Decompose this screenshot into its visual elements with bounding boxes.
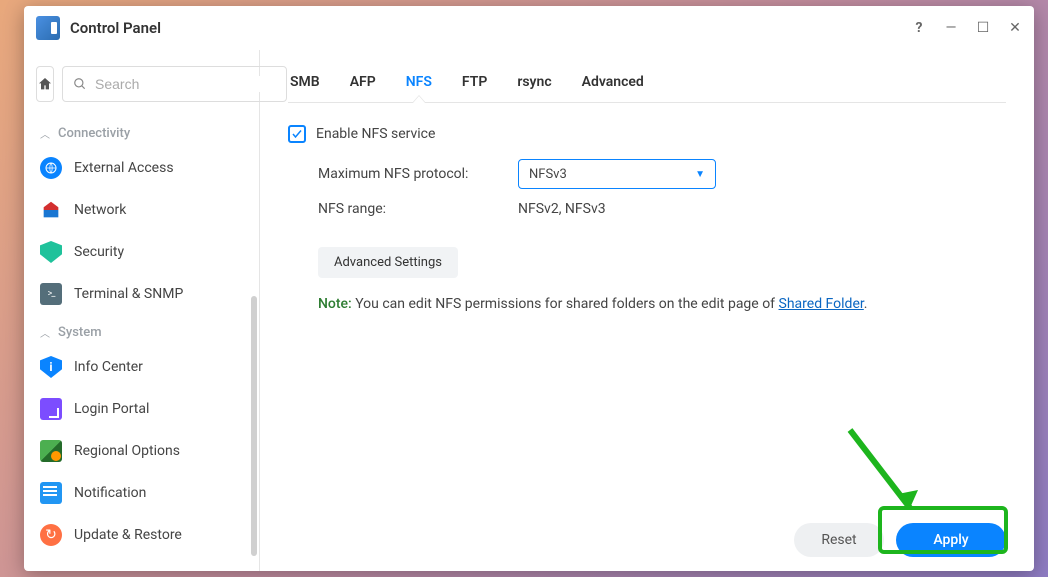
note-prefix: Note: bbox=[318, 296, 352, 312]
apply-button[interactable]: Apply bbox=[896, 523, 1006, 557]
nav-login-portal[interactable]: Login Portal bbox=[24, 388, 259, 430]
network-icon bbox=[40, 199, 62, 221]
note-body: You can edit NFS permissions for shared … bbox=[352, 296, 779, 312]
body-area: ︿ Connectivity External Access Network bbox=[24, 50, 1034, 571]
nav-update-restore[interactable]: Update & Restore bbox=[24, 514, 259, 556]
nav-label: Terminal & SNMP bbox=[74, 286, 183, 302]
tab-smb[interactable]: SMB bbox=[288, 68, 322, 102]
select-value: NFSv3 bbox=[529, 167, 567, 182]
regional-icon bbox=[40, 440, 62, 462]
nav-label: Regional Options bbox=[74, 443, 180, 459]
tab-ftp[interactable]: FTP bbox=[460, 68, 489, 102]
sidebar-scrollbar[interactable] bbox=[251, 296, 257, 556]
nav-network[interactable]: Network bbox=[24, 189, 259, 231]
max-protocol-select[interactable]: NFSv3 ▼ bbox=[518, 159, 716, 189]
shared-folder-link[interactable]: Shared Folder bbox=[779, 296, 864, 312]
nfs-range-value: NFSv2, NFSv3 bbox=[518, 201, 606, 217]
section-label: System bbox=[58, 325, 102, 340]
nav-label: Security bbox=[74, 244, 124, 260]
max-protocol-label: Maximum NFS protocol: bbox=[318, 166, 518, 182]
nav-security[interactable]: Security bbox=[24, 231, 259, 273]
terminal-icon bbox=[40, 283, 62, 305]
window-title: Control Panel bbox=[70, 19, 912, 37]
tab-rsync[interactable]: rsync bbox=[515, 68, 553, 102]
main-panel: SMB AFP NFS FTP rsync Advanced Enable NF… bbox=[260, 50, 1034, 571]
info-icon bbox=[40, 356, 62, 378]
chevron-up-icon: ︿ bbox=[40, 126, 50, 141]
tab-afp[interactable]: AFP bbox=[348, 68, 378, 102]
control-panel-window: Control Panel ? — ☐ ✕ ︿ bbox=[24, 6, 1034, 571]
nav-label: Network bbox=[74, 202, 126, 218]
notification-icon bbox=[40, 482, 62, 504]
titlebar: Control Panel ? — ☐ ✕ bbox=[24, 6, 1034, 50]
update-icon bbox=[40, 524, 62, 546]
search-icon bbox=[73, 77, 87, 91]
nav-label: External Access bbox=[74, 160, 174, 176]
nfs-content: Enable NFS service Maximum NFS protocol:… bbox=[288, 103, 1006, 511]
minimize-button[interactable]: — bbox=[944, 21, 958, 35]
reset-button[interactable]: Reset bbox=[794, 523, 884, 557]
nav-notification[interactable]: Notification bbox=[24, 472, 259, 514]
nav-label: Info Center bbox=[74, 359, 143, 375]
nav-info-center[interactable]: Info Center bbox=[24, 346, 259, 388]
search-input[interactable] bbox=[95, 76, 276, 92]
home-icon bbox=[37, 76, 53, 92]
nav-label: Update & Restore bbox=[74, 527, 182, 543]
tab-nfs[interactable]: NFS bbox=[404, 68, 434, 102]
section-system[interactable]: ︿ System bbox=[24, 315, 259, 346]
sidebar: ︿ Connectivity External Access Network bbox=[24, 50, 260, 571]
chevron-up-icon: ︿ bbox=[40, 325, 50, 340]
app-icon bbox=[36, 16, 60, 40]
footer-buttons: Reset Apply bbox=[288, 511, 1006, 557]
external-access-icon bbox=[40, 157, 62, 179]
nav-external-access[interactable]: External Access bbox=[24, 147, 259, 189]
help-button[interactable]: ? bbox=[912, 21, 926, 35]
window-controls: ? — ☐ ✕ bbox=[912, 21, 1022, 35]
nfs-range-label: NFS range: bbox=[318, 201, 518, 217]
note-text: Note: You can edit NFS permissions for s… bbox=[318, 296, 1006, 312]
nav-label: Login Portal bbox=[74, 401, 149, 417]
nav-label: Notification bbox=[74, 485, 146, 501]
check-icon bbox=[291, 128, 303, 140]
enable-nfs-checkbox[interactable] bbox=[288, 125, 306, 143]
login-portal-icon bbox=[40, 398, 62, 420]
nav-terminal-snmp[interactable]: Terminal & SNMP bbox=[24, 273, 259, 315]
search-box[interactable] bbox=[62, 66, 287, 102]
home-button[interactable] bbox=[36, 66, 54, 102]
chevron-down-icon: ▼ bbox=[695, 169, 705, 180]
section-label: Connectivity bbox=[58, 126, 130, 141]
advanced-settings-button[interactable]: Advanced Settings bbox=[318, 247, 458, 278]
tab-bar: SMB AFP NFS FTP rsync Advanced bbox=[288, 68, 1006, 103]
close-button[interactable]: ✕ bbox=[1008, 21, 1022, 35]
note-suffix: . bbox=[864, 296, 868, 312]
section-connectivity[interactable]: ︿ Connectivity bbox=[24, 116, 259, 147]
nav-regional-options[interactable]: Regional Options bbox=[24, 430, 259, 472]
security-icon bbox=[40, 241, 62, 263]
enable-nfs-label: Enable NFS service bbox=[316, 126, 435, 142]
tab-advanced[interactable]: Advanced bbox=[580, 68, 646, 102]
maximize-button[interactable]: ☐ bbox=[976, 21, 990, 35]
